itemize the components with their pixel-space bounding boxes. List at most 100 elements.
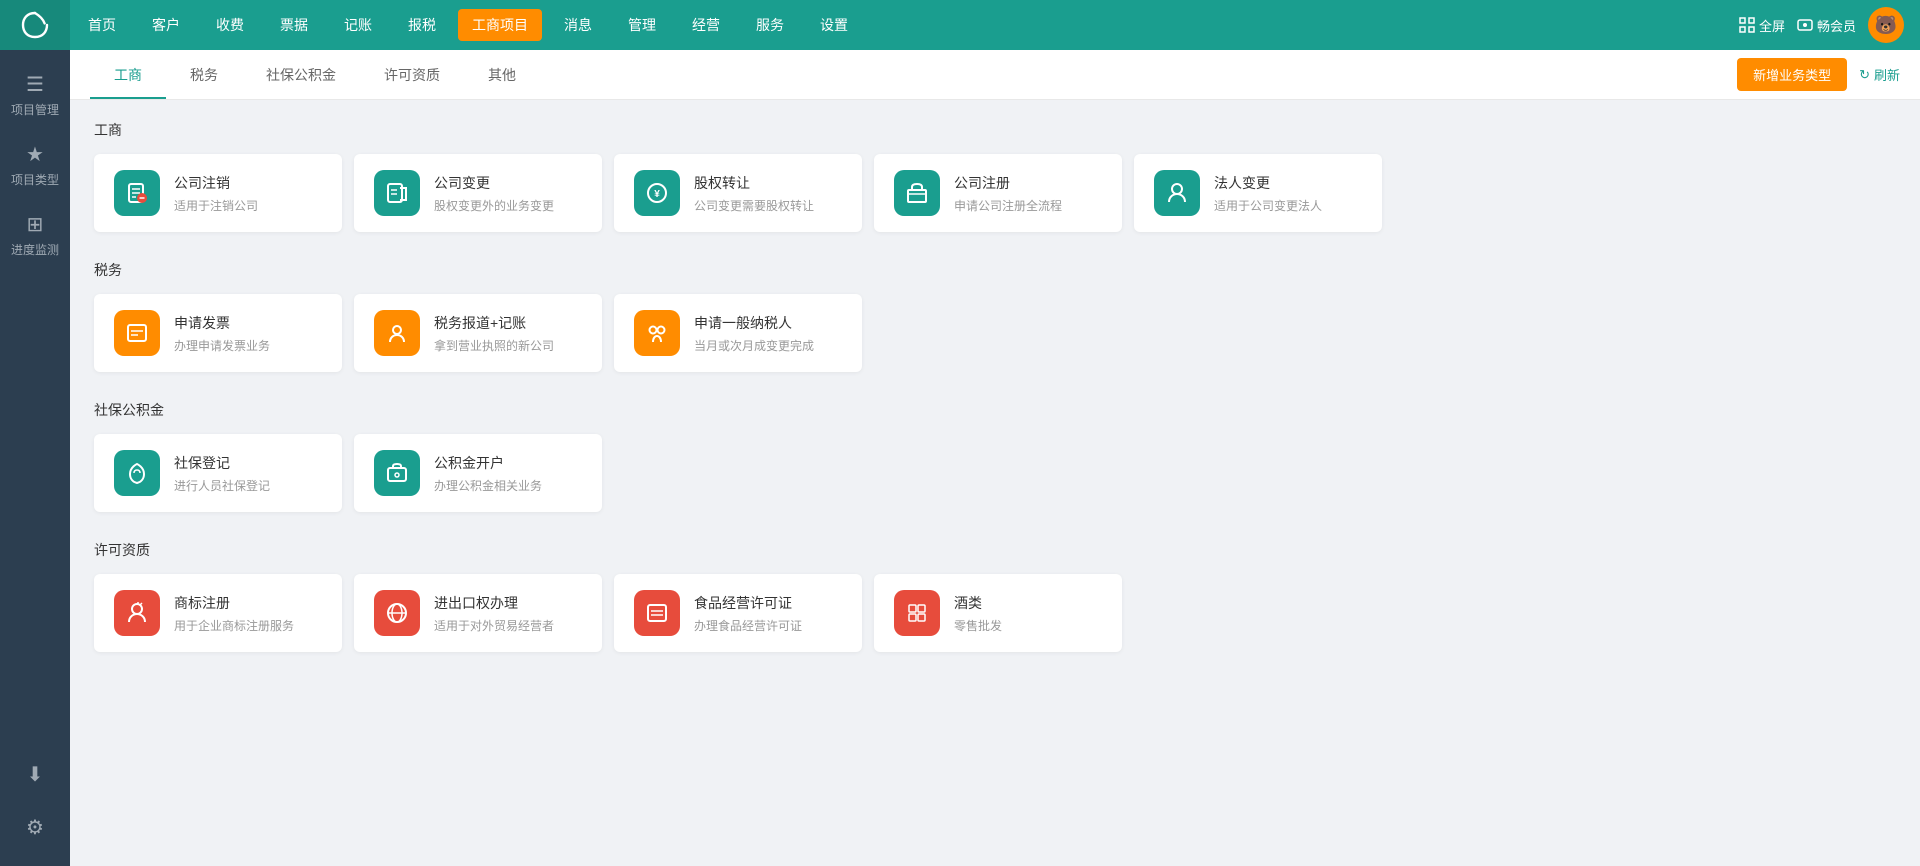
card-liquor[interactable]: 酒类 零售批发	[874, 574, 1122, 652]
card-title-import-export: 进出口权办理	[434, 593, 554, 613]
nav-operation[interactable]: 经营	[674, 0, 738, 50]
card-grid-social-security: 社保登记 进行人员社保登记 公积金开户 办理公积金相关业务	[94, 434, 1896, 512]
tab-license[interactable]: 许可资质	[360, 50, 464, 99]
nav-accounting[interactable]: 记账	[326, 0, 390, 50]
card-company-register[interactable]: 公司注册 申请公司注册全流程	[874, 154, 1122, 232]
sidebar-download-button[interactable]: ⬇	[26, 752, 44, 797]
nav-tax[interactable]: 报税	[390, 0, 454, 50]
logo[interactable]	[0, 0, 70, 50]
card-text-social-insurance: 社保登记 进行人员社保登记	[174, 453, 270, 494]
section-social-security: 社保公积金 社保登记 进行人员社保登记	[94, 400, 1896, 512]
card-desc-legal-person-change: 适用于公司变更法人	[1214, 197, 1322, 214]
card-text-tax-accounting: 税务报道+记账 拿到营业执照的新公司	[434, 313, 554, 354]
nav-manage[interactable]: 管理	[610, 0, 674, 50]
card-text-company-change: 公司变更 股权变更外的业务变更	[434, 173, 554, 214]
card-legal-person-change[interactable]: 法人变更 适用于公司变更法人	[1134, 154, 1382, 232]
card-desc-company-change: 股权变更外的业务变更	[434, 197, 554, 214]
card-text-general-taxpayer: 申请一般纳税人 当月或次月成变更完成	[694, 313, 814, 354]
card-grid-tax: 申请发票 办理申请发票业务 税务报道+记账 拿到营业执照的新公司	[94, 294, 1896, 372]
nav-ticket[interactable]: 票据	[262, 0, 326, 50]
card-desc-provident-fund: 办理公积金相关业务	[434, 477, 542, 494]
scroll-content[interactable]: 工商 公司注销 适用于注销公司	[70, 100, 1920, 866]
nav-service[interactable]: 服务	[738, 0, 802, 50]
tab-social-security[interactable]: 社保公积金	[242, 50, 360, 99]
card-icon-equity-transfer: ¥	[634, 170, 680, 216]
card-desc-company-register: 申请公司注册全流程	[954, 197, 1062, 214]
card-icon-food-license	[634, 590, 680, 636]
card-company-change[interactable]: 公司变更 股权变更外的业务变更	[354, 154, 602, 232]
section-title-license: 许可资质	[94, 540, 1896, 560]
card-text-equity-transfer: 股权转让 公司变更需要股权转让	[694, 173, 814, 214]
sidebar-item-progress-monitor[interactable]: ⊞ 进度监测	[0, 200, 70, 270]
refresh-button[interactable]: ↻ 刷新	[1859, 65, 1900, 84]
sidebar-item-project-type[interactable]: ★ 项目类型	[0, 130, 70, 200]
card-title-legal-person-change: 法人变更	[1214, 173, 1322, 193]
card-social-insurance[interactable]: 社保登记 进行人员社保登记	[94, 434, 342, 512]
top-navigation: 首页 客户 收费 票据 记账 报税 工商项目 消息 管理 经营 服务 设置 全屏…	[0, 0, 1920, 50]
card-text-provident-fund: 公积金开户 办理公积金相关业务	[434, 453, 542, 494]
card-title-company-change: 公司变更	[434, 173, 554, 193]
card-desc-food-license: 办理食品经营许可证	[694, 617, 802, 634]
nav-business[interactable]: 工商项目	[458, 9, 542, 41]
top-nav-right: 全屏 畅会员 🐻	[1739, 7, 1920, 43]
card-desc-import-export: 适用于对外贸易经营者	[434, 617, 554, 634]
user-avatar[interactable]: 🐻	[1868, 7, 1904, 43]
card-title-equity-transfer: 股权转让	[694, 173, 814, 193]
card-text-legal-person-change: 法人变更 适用于公司变更法人	[1214, 173, 1322, 214]
card-title-food-license: 食品经营许可证	[694, 593, 802, 613]
sidebar-settings-button[interactable]: ⚙	[26, 805, 44, 850]
card-import-export[interactable]: 进出口权办理 适用于对外贸易经营者	[354, 574, 602, 652]
list-icon: ☰	[26, 72, 44, 97]
sidebar: ☰ 项目管理 ★ 项目类型 ⊞ 进度监测 ⬇ ⚙	[0, 50, 70, 866]
card-text-import-export: 进出口权办理 适用于对外贸易经营者	[434, 593, 554, 634]
card-text-company-register: 公司注册 申请公司注册全流程	[954, 173, 1062, 214]
card-grid-license: 商标注册 用于企业商标注册服务 进出口权办理 适用于对外贸易经营者	[94, 574, 1896, 652]
card-grid-business: 公司注销 适用于注销公司 公司变更 股权变更外的业务变更	[94, 154, 1896, 232]
content-area: 工商 税务 社保公积金 许可资质 其他 新增业务类型 ↻ 刷新 工商	[70, 50, 1920, 866]
card-desc-equity-transfer: 公司变更需要股权转让	[694, 197, 814, 214]
card-title-liquor: 酒类	[954, 593, 1002, 613]
card-text-apply-invoice: 申请发票 办理申请发票业务	[174, 313, 270, 354]
card-desc-company-cancel: 适用于注销公司	[174, 197, 258, 214]
tab-other[interactable]: 其他	[464, 50, 540, 99]
tab-tax[interactable]: 税务	[166, 50, 242, 99]
card-icon-general-taxpayer	[634, 310, 680, 356]
card-title-company-register: 公司注册	[954, 173, 1062, 193]
vip-button[interactable]: 畅会员	[1797, 16, 1856, 35]
nav-settings[interactable]: 设置	[802, 0, 866, 50]
card-apply-invoice[interactable]: 申请发票 办理申请发票业务	[94, 294, 342, 372]
nav-message[interactable]: 消息	[546, 0, 610, 50]
fullscreen-button[interactable]: 全屏	[1739, 16, 1785, 35]
card-text-liquor: 酒类 零售批发	[954, 593, 1002, 634]
card-icon-provident-fund	[374, 450, 420, 496]
card-desc-social-insurance: 进行人员社保登记	[174, 477, 270, 494]
card-text-company-cancel: 公司注销 适用于注销公司	[174, 173, 258, 214]
card-general-taxpayer[interactable]: 申请一般纳税人 当月或次月成变更完成	[614, 294, 862, 372]
card-desc-tax-accounting: 拿到营业执照的新公司	[434, 337, 554, 354]
tab-business[interactable]: 工商	[90, 50, 166, 99]
nav-customer[interactable]: 客户	[134, 0, 198, 50]
card-icon-company-change	[374, 170, 420, 216]
card-provident-fund[interactable]: 公积金开户 办理公积金相关业务	[354, 434, 602, 512]
card-icon-import-export	[374, 590, 420, 636]
card-tax-accounting[interactable]: 税务报道+记账 拿到营业执照的新公司	[354, 294, 602, 372]
card-desc-trademark: 用于企业商标注册服务	[174, 617, 294, 634]
tabs-container: 工商 税务 社保公积金 许可资质 其他	[90, 50, 1737, 99]
card-company-cancel[interactable]: 公司注销 适用于注销公司	[94, 154, 342, 232]
card-food-license[interactable]: 食品经营许可证 办理食品经营许可证	[614, 574, 862, 652]
card-title-provident-fund: 公积金开户	[434, 453, 542, 473]
card-icon-legal-person-change	[1154, 170, 1200, 216]
sidebar-item-project-management[interactable]: ☰ 项目管理	[0, 60, 70, 130]
card-icon-company-register	[894, 170, 940, 216]
nav-fee[interactable]: 收费	[198, 0, 262, 50]
nav-items: 首页 客户 收费 票据 记账 报税 工商项目 消息 管理 经营 服务 设置	[70, 0, 1739, 50]
card-equity-transfer[interactable]: ¥ 股权转让 公司变更需要股权转让	[614, 154, 862, 232]
card-icon-trademark	[114, 590, 160, 636]
nav-home[interactable]: 首页	[70, 0, 134, 50]
card-trademark[interactable]: 商标注册 用于企业商标注册服务	[94, 574, 342, 652]
card-title-social-insurance: 社保登记	[174, 453, 270, 473]
section-business: 工商 公司注销 适用于注销公司	[94, 120, 1896, 232]
tab-bar: 工商 税务 社保公积金 许可资质 其他 新增业务类型 ↻ 刷新	[70, 50, 1920, 100]
add-type-button[interactable]: 新增业务类型	[1737, 58, 1847, 91]
card-icon-tax-accounting	[374, 310, 420, 356]
